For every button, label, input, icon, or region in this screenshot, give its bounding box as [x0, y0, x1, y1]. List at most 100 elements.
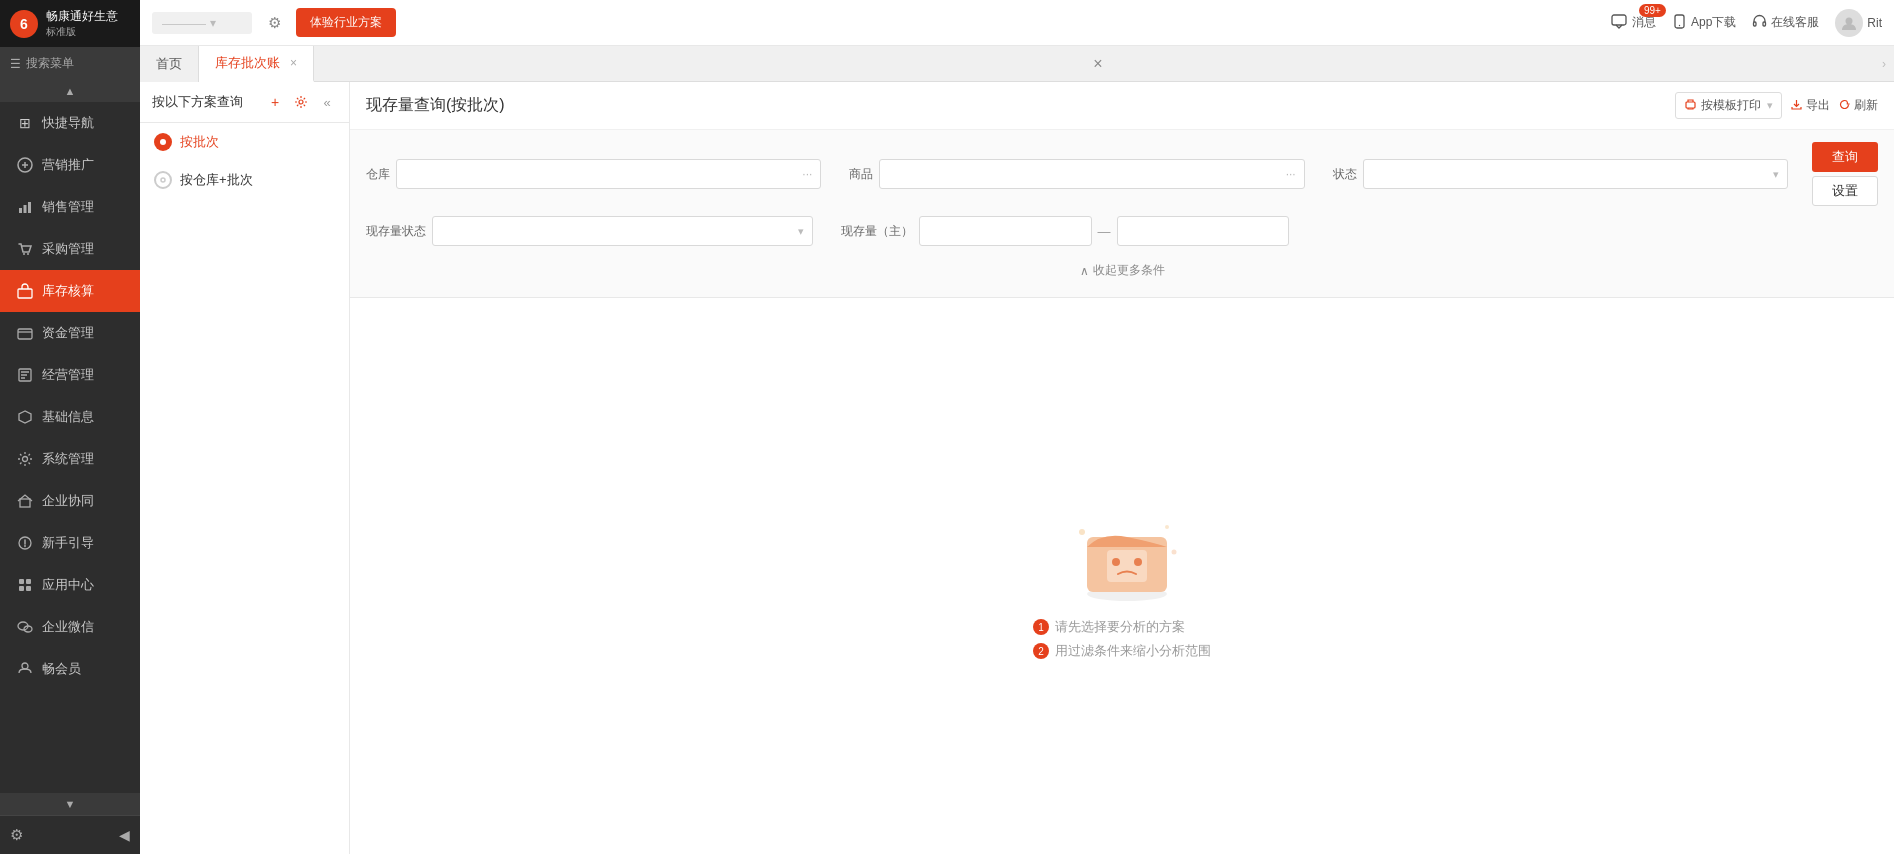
sidebar-item-operations[interactable]: 经营管理 [0, 354, 140, 396]
svg-rect-10 [20, 499, 30, 507]
filter-area: 仓库 ··· 商品 ··· 状态 [350, 130, 1894, 298]
stock-status-chevron-icon: ▾ [798, 225, 804, 238]
tab-panel-close-btn[interactable]: × [1079, 55, 1116, 73]
scheme-item-batch[interactable]: 按批次 [140, 123, 349, 161]
tab-inventory-batch[interactable]: 库存批次账 × [199, 46, 314, 82]
sidebar-item-marketing[interactable]: 营销推广 [0, 144, 140, 186]
settings-btn[interactable]: 设置 [1812, 176, 1878, 206]
print-label: 按模板打印 [1701, 97, 1761, 114]
sidebar-item-inventory[interactable]: 库存核算 [0, 270, 140, 312]
basic-label: 基础信息 [42, 408, 94, 426]
svg-rect-28 [1686, 102, 1695, 108]
collapse-filter-btn[interactable]: ∧ 收起更多条件 [366, 256, 1878, 285]
stock-quantity-to[interactable] [1117, 216, 1289, 246]
tab-home[interactable]: 首页 [140, 46, 199, 82]
add-scheme-icon[interactable]: + [265, 92, 285, 112]
app-logo: 6 [10, 10, 38, 38]
scheme-item-warehouse-batch[interactable]: 按仓库+批次 [140, 161, 349, 199]
system-label: 系统管理 [42, 450, 94, 468]
sidebar-item-enterprise[interactable]: 企业协同 [0, 480, 140, 522]
breadcrumb[interactable]: ———— ▾ [152, 12, 252, 34]
warehouse-more-icon[interactable]: ··· [802, 167, 812, 181]
goods-filter: 商品 ··· [849, 159, 1304, 189]
search-menu[interactable]: ☰ 搜索菜单 [0, 47, 140, 80]
sidebar: 6 畅康通好生意 标准版 ☰ 搜索菜单 ▲ ⊞ 快捷导航 营销推广 销售管理 [0, 0, 140, 854]
empty-text-block: 1 请先选择要分析的方案 2 用过滤条件来缩小分析范围 [1033, 618, 1211, 660]
app-download-btn[interactable]: App下载 [1672, 14, 1736, 32]
status-select[interactable]: ▾ [1363, 159, 1788, 189]
avatar [1835, 9, 1863, 37]
online-service-btn[interactable]: 在线客服 [1752, 14, 1819, 32]
refresh-icon [1838, 98, 1851, 114]
svg-rect-3 [28, 202, 31, 213]
scheme-dot-outline [154, 171, 172, 189]
svg-point-34 [1079, 529, 1085, 535]
settings-scheme-icon[interactable] [291, 92, 311, 112]
message-icon [1610, 12, 1628, 33]
tab-inventory-batch-label: 库存批次账 [215, 54, 280, 72]
stock-quantity-label: 现存量（主） [841, 223, 913, 240]
hint-num-2: 2 [1033, 643, 1049, 659]
sidebar-item-basic[interactable]: 基础信息 [0, 396, 140, 438]
sidebar-item-newbie[interactable]: 新手引导 [0, 522, 140, 564]
username: Rit [1867, 16, 1882, 30]
footer-settings-icon[interactable]: ⚙ [10, 826, 23, 844]
breadcrumb-chevron: ▾ [210, 16, 216, 30]
online-service-label: 在线客服 [1771, 14, 1819, 31]
inventory-label: 库存核算 [42, 282, 94, 300]
sidebar-item-quick-nav[interactable]: ⊞ 快捷导航 [0, 102, 140, 144]
svg-rect-15 [26, 586, 31, 591]
status-chevron-icon: ▾ [1773, 168, 1779, 181]
print-btn[interactable]: 按模板打印 ▾ [1675, 92, 1782, 119]
sidebar-item-appstore[interactable]: 应用中心 [0, 564, 140, 606]
goods-more-icon[interactable]: ··· [1286, 167, 1296, 181]
enterprise-label: 企业协同 [42, 492, 94, 510]
print-dropdown-icon[interactable]: ▾ [1767, 99, 1773, 112]
industry-btn[interactable]: 体验行业方案 [296, 8, 396, 37]
svg-point-27 [161, 178, 165, 182]
basic-icon [16, 408, 34, 426]
svg-rect-6 [18, 289, 32, 298]
topbar-left: ———— ▾ ⚙ 体验行业方案 [152, 8, 1602, 37]
export-btn[interactable]: 导出 [1790, 97, 1830, 114]
topbar-gear-icon[interactable]: ⚙ [260, 9, 288, 37]
sidebar-item-wechat[interactable]: 企业微信 [0, 606, 140, 648]
left-panel-actions: + « [265, 92, 337, 112]
sidebar-scroll-down[interactable]: ▼ [2, 795, 138, 813]
svg-point-35 [1165, 525, 1169, 529]
footer-collapse-icon[interactable]: ◀ [119, 827, 130, 843]
empty-hint-1: 1 请先选择要分析的方案 [1033, 618, 1211, 636]
sidebar-header: 6 畅康通好生意 标准版 [0, 0, 140, 47]
tab-close-icon[interactable]: × [290, 56, 297, 70]
svg-rect-7 [18, 329, 32, 339]
sidebar-item-finance[interactable]: 资金管理 [0, 312, 140, 354]
stock-status-select[interactable]: ▾ [432, 216, 813, 246]
sidebar-item-sales[interactable]: 销售管理 [0, 186, 140, 228]
refresh-btn[interactable]: 刷新 [1838, 97, 1878, 114]
filter-row-1: 仓库 ··· 商品 ··· 状态 [366, 142, 1878, 206]
purchase-label: 采购管理 [42, 240, 94, 258]
warehouse-input[interactable]: ··· [396, 159, 821, 189]
goods-input[interactable]: ··· [879, 159, 1304, 189]
empty-illustration [1062, 492, 1182, 602]
chevron-right-icon: › [1882, 57, 1886, 71]
sidebar-item-purchase[interactable]: 采购管理 [0, 228, 140, 270]
quick-nav-icon: ⊞ [16, 114, 34, 132]
export-icon [1790, 98, 1803, 114]
sidebar-item-member[interactable]: 畅会员 [0, 648, 140, 690]
user-area[interactable]: Rit [1835, 9, 1882, 37]
refresh-label: 刷新 [1854, 97, 1878, 114]
messages-btn[interactable]: 消息 99+ [1610, 12, 1656, 33]
stock-quantity-from[interactable] [919, 216, 1091, 246]
collapse-panel-icon[interactable]: « [317, 92, 337, 112]
query-btn[interactable]: 查询 [1812, 142, 1878, 172]
topbar: ———— ▾ ⚙ 体验行业方案 消息 99+ App下载 [140, 0, 1894, 46]
search-menu-icon: ☰ [10, 57, 21, 71]
sales-icon [16, 198, 34, 216]
app-download-label: App下载 [1691, 14, 1736, 31]
tab-home-label: 首页 [156, 55, 182, 73]
sidebar-item-system[interactable]: 系统管理 [0, 438, 140, 480]
sidebar-scroll-up[interactable]: ▲ [2, 82, 138, 100]
svg-rect-14 [19, 586, 24, 591]
topbar-right: 消息 99+ App下载 在线客服 Rit [1610, 9, 1882, 37]
